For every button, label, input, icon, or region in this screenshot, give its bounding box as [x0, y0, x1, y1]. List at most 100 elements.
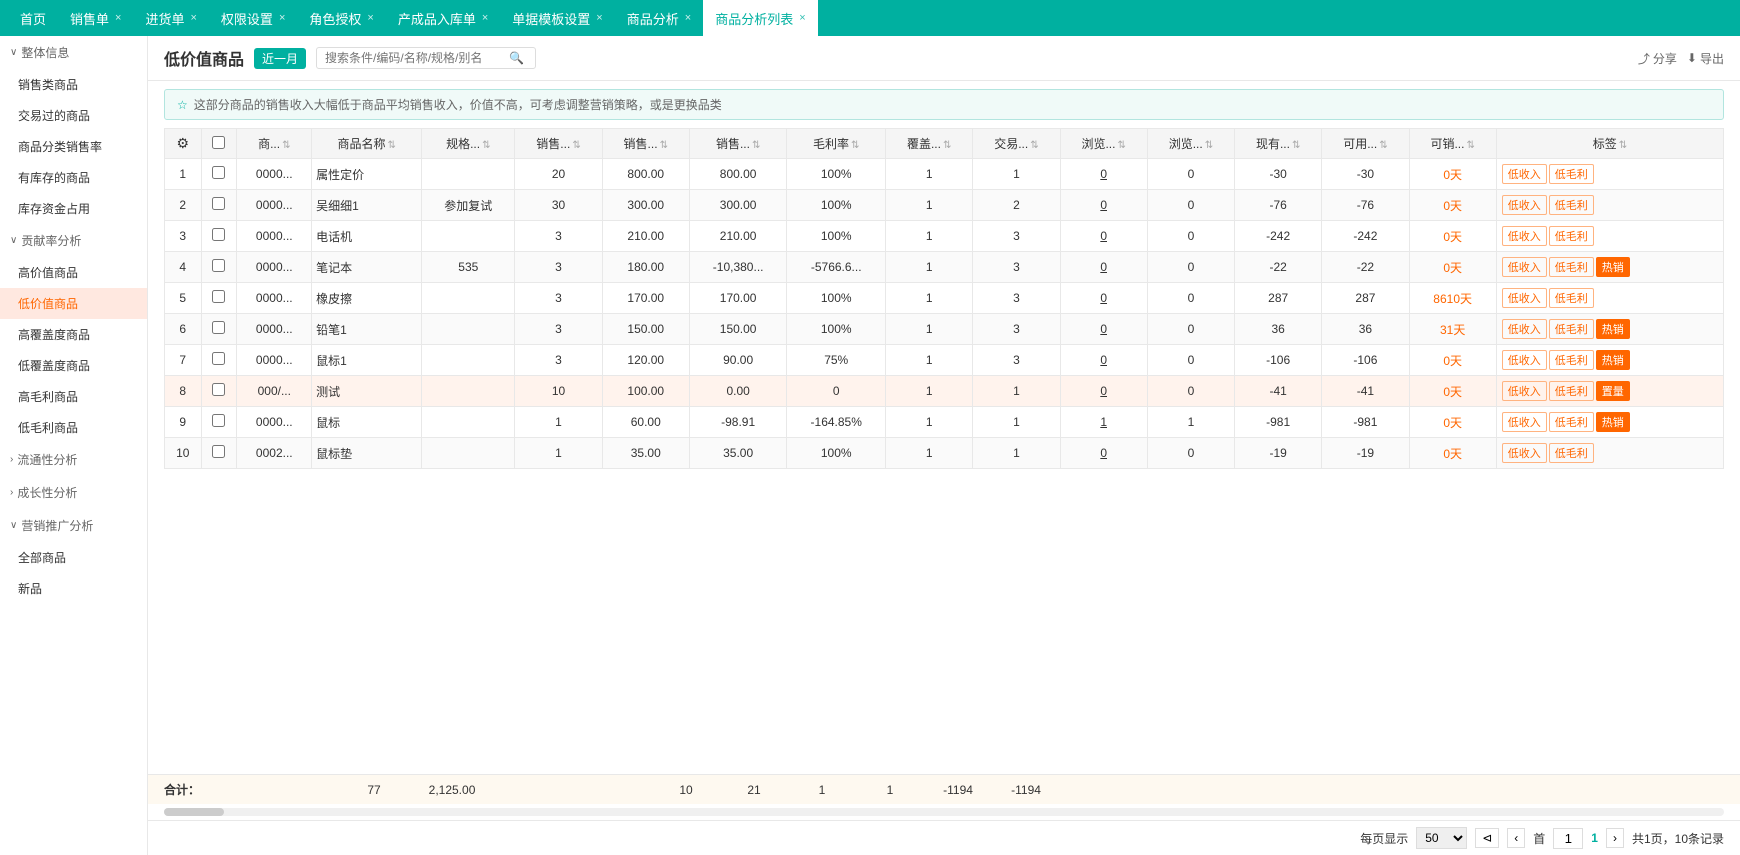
share-button[interactable]: ⤴ 分享: [1638, 50, 1677, 67]
close-icon[interactable]: ×: [799, 12, 805, 24]
view1-link[interactable]: 0: [1100, 198, 1107, 212]
sidebar-item-stock-products[interactable]: 有库存的商品: [0, 162, 147, 193]
col-tags[interactable]: 标签⇅: [1496, 129, 1723, 159]
row-select-checkbox[interactable]: [212, 414, 225, 427]
row-checkbox[interactable]: [201, 221, 237, 252]
col-sales-price[interactable]: 销售...⇅: [602, 129, 689, 159]
row-view1[interactable]: 0: [1060, 221, 1147, 252]
col-sellable-days[interactable]: 可销...⇅: [1409, 129, 1496, 159]
search-input[interactable]: [325, 51, 505, 65]
first-page-button[interactable]: ⊲: [1475, 828, 1499, 848]
period-button[interactable]: 近一月: [254, 48, 306, 69]
row-checkbox[interactable]: [201, 283, 237, 314]
nav-product-analysis-list[interactable]: 商品分析列表 ×: [703, 0, 817, 36]
row-view1[interactable]: 0: [1060, 438, 1147, 469]
row-checkbox[interactable]: [201, 252, 237, 283]
sidebar-group-marketing[interactable]: ∨ 营销推广分析: [0, 509, 147, 542]
search-icon[interactable]: 🔍: [509, 51, 524, 65]
row-select-checkbox[interactable]: [212, 228, 225, 241]
row-select-checkbox[interactable]: [212, 259, 225, 272]
row-select-checkbox[interactable]: [212, 321, 225, 334]
sidebar-item-high-value[interactable]: 高价值商品: [0, 257, 147, 288]
nav-purchase[interactable]: 进货单 ×: [133, 0, 208, 36]
view1-link[interactable]: 0: [1100, 260, 1107, 274]
view1-link[interactable]: 1: [1100, 415, 1107, 429]
view1-link[interactable]: 0: [1100, 384, 1107, 398]
nav-template[interactable]: 单据模板设置 ×: [500, 0, 614, 36]
close-icon[interactable]: ×: [190, 12, 196, 24]
col-sales-qty[interactable]: 销售...⇅: [515, 129, 602, 159]
col-gross-margin[interactable]: 毛利率⇅: [787, 129, 886, 159]
select-all-checkbox[interactable]: [212, 136, 225, 149]
nav-sales[interactable]: 销售单 ×: [58, 0, 133, 36]
row-view1[interactable]: 0: [1060, 345, 1147, 376]
row-select-checkbox[interactable]: [212, 383, 225, 396]
col-view2[interactable]: 浏览...⇅: [1147, 129, 1234, 159]
sidebar-item-low-margin[interactable]: 低毛利商品: [0, 412, 147, 443]
sidebar-item-new-products[interactable]: 新品: [0, 573, 147, 604]
col-code[interactable]: 商...⇅: [237, 129, 312, 159]
col-sales-amount[interactable]: 销售...⇅: [689, 129, 787, 159]
sidebar-group-overall[interactable]: ∨ 整体信息: [0, 36, 147, 69]
row-view1[interactable]: 0: [1060, 159, 1147, 190]
row-view1[interactable]: 0: [1060, 283, 1147, 314]
prev-page-button[interactable]: ‹: [1507, 828, 1525, 848]
row-checkbox[interactable]: [201, 345, 237, 376]
close-icon[interactable]: ×: [596, 12, 602, 24]
row-checkbox[interactable]: [201, 438, 237, 469]
col-spec[interactable]: 规格...⇅: [422, 129, 515, 159]
row-view1[interactable]: 0: [1060, 190, 1147, 221]
row-select-checkbox[interactable]: [212, 352, 225, 365]
view1-link[interactable]: 0: [1100, 446, 1107, 460]
nav-product-in[interactable]: 产成品入库单 ×: [386, 0, 500, 36]
col-trade[interactable]: 交易...⇅: [973, 129, 1060, 159]
per-page-select[interactable]: 50 100 200: [1416, 827, 1467, 849]
view1-link[interactable]: 0: [1100, 229, 1107, 243]
sidebar-item-sales-products[interactable]: 销售类商品: [0, 69, 147, 100]
view1-link[interactable]: 0: [1100, 167, 1107, 181]
close-icon[interactable]: ×: [279, 12, 285, 24]
page-input[interactable]: [1553, 828, 1583, 849]
sidebar-item-low-value[interactable]: 低价值商品: [0, 288, 147, 319]
nav-permission[interactable]: 权限设置 ×: [209, 0, 297, 36]
row-view1[interactable]: 0: [1060, 314, 1147, 345]
sidebar-item-category-rate[interactable]: 商品分类销售率: [0, 131, 147, 162]
close-icon[interactable]: ×: [482, 12, 488, 24]
sidebar-item-low-coverage[interactable]: 低覆盖度商品: [0, 350, 147, 381]
horizontal-scrollbar[interactable]: [164, 808, 1724, 816]
sidebar-item-stock-capital[interactable]: 库存资金占用: [0, 193, 147, 224]
col-stock[interactable]: 现有...⇅: [1235, 129, 1322, 159]
export-button[interactable]: ⬇ 导出: [1687, 50, 1724, 67]
row-select-checkbox[interactable]: [212, 290, 225, 303]
view1-link[interactable]: 0: [1100, 322, 1107, 336]
row-checkbox[interactable]: [201, 314, 237, 345]
row-checkbox[interactable]: [201, 407, 237, 438]
sidebar-item-all-products[interactable]: 全部商品: [0, 542, 147, 573]
col-settings[interactable]: ⚙: [165, 129, 202, 159]
row-checkbox[interactable]: [201, 190, 237, 221]
row-select-checkbox[interactable]: [212, 197, 225, 210]
view1-link[interactable]: 0: [1100, 353, 1107, 367]
close-icon[interactable]: ×: [367, 12, 373, 24]
scrollbar-thumb[interactable]: [164, 808, 224, 816]
col-name[interactable]: 商品名称⇅: [312, 129, 422, 159]
close-icon[interactable]: ×: [685, 12, 691, 24]
row-view1[interactable]: 1: [1060, 407, 1147, 438]
nav-role[interactable]: 角色授权 ×: [297, 0, 385, 36]
next-page-button[interactable]: ›: [1606, 828, 1624, 848]
row-checkbox[interactable]: [201, 376, 237, 407]
close-icon[interactable]: ×: [115, 12, 121, 24]
row-select-checkbox[interactable]: [212, 166, 225, 179]
row-view1[interactable]: 0: [1060, 376, 1147, 407]
sidebar-group-contribution[interactable]: ∨ 贡献率分析: [0, 224, 147, 257]
col-view1[interactable]: 浏览...⇅: [1060, 129, 1147, 159]
sidebar-group-growth[interactable]: › 成长性分析: [0, 476, 147, 509]
sidebar-item-high-coverage[interactable]: 高覆盖度商品: [0, 319, 147, 350]
view1-link[interactable]: 0: [1100, 291, 1107, 305]
col-checkbox[interactable]: [201, 129, 237, 159]
row-checkbox[interactable]: [201, 159, 237, 190]
sidebar-group-circulation[interactable]: › 流通性分析: [0, 443, 147, 476]
row-select-checkbox[interactable]: [212, 445, 225, 458]
sidebar-item-traded-products[interactable]: 交易过的商品: [0, 100, 147, 131]
col-available[interactable]: 可用...⇅: [1322, 129, 1409, 159]
